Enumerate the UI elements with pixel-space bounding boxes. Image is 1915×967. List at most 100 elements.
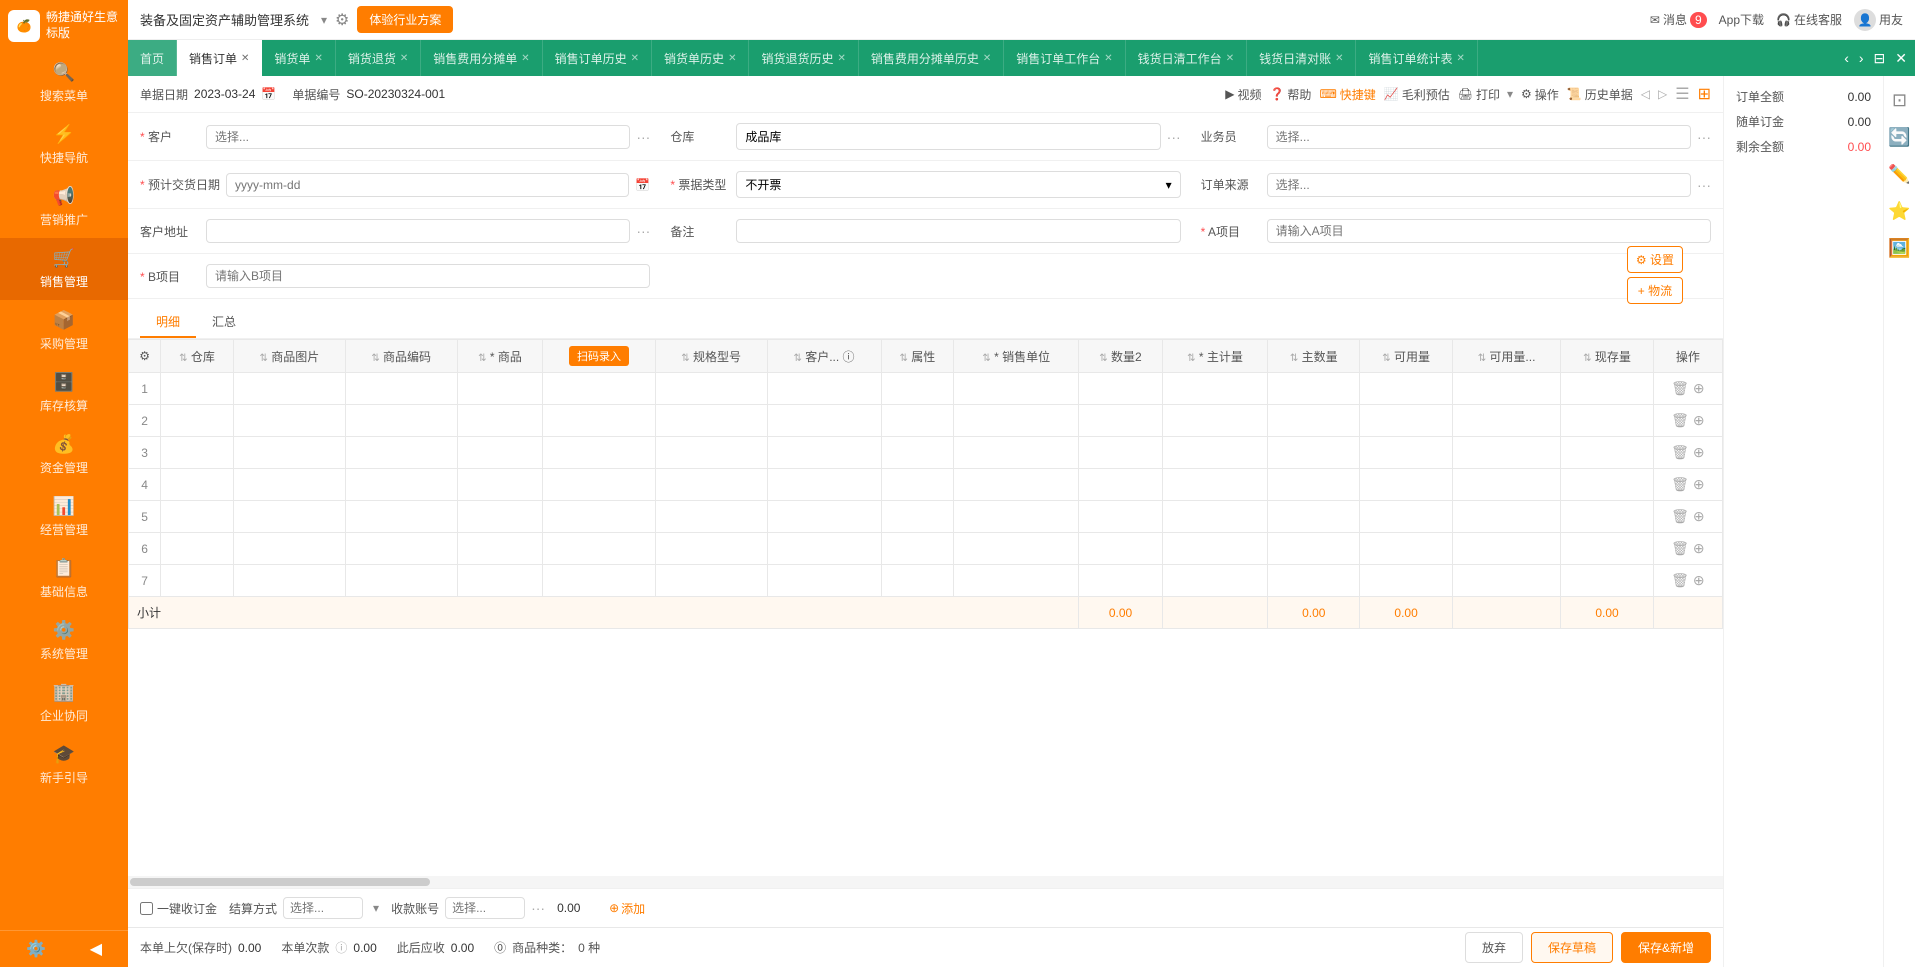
row-copy-btn[interactable]: ⊕: [1693, 444, 1705, 461]
tab-sales-invoice[interactable]: 销货单 ✕: [262, 40, 335, 76]
row-copy-btn[interactable]: ⊕: [1693, 412, 1705, 429]
a-project-input[interactable]: [1267, 219, 1711, 243]
operations-btn[interactable]: ⚙ 操作: [1521, 86, 1559, 103]
row-delete-btn[interactable]: 🗑: [1671, 572, 1689, 589]
close-tab-sales-expense[interactable]: ✕: [521, 53, 529, 64]
online-service-btn[interactable]: 🎧 在线客服: [1776, 11, 1842, 28]
tab-cash-workbench[interactable]: 钱货日清工作台 ✕: [1126, 40, 1247, 76]
horizontal-scrollbar[interactable]: [128, 876, 1723, 888]
scrollbar-thumb[interactable]: [130, 878, 430, 886]
notes-input[interactable]: [736, 219, 1180, 243]
close-tab-expense-history[interactable]: ✕: [983, 53, 991, 64]
calendar-icon[interactable]: 📅: [261, 87, 276, 101]
solution-btn[interactable]: 体验行业方案: [357, 6, 453, 33]
user-avatar[interactable]: 👤 用友: [1854, 9, 1903, 31]
salesperson-input[interactable]: [1267, 125, 1691, 149]
tab-menu-btn[interactable]: ⊟: [1870, 50, 1890, 67]
payment-method-input[interactable]: [283, 897, 363, 919]
close-tab-so-workbench[interactable]: ✕: [1104, 53, 1112, 64]
customer-input[interactable]: [206, 125, 630, 149]
settings-icon[interactable]: ⚙: [335, 10, 349, 30]
sidebar-item-finance[interactable]: 💰 资金管理: [0, 424, 128, 486]
close-tab-cash-workbench[interactable]: ✕: [1226, 53, 1234, 64]
message-btn[interactable]: ✉ 消息 9: [1650, 11, 1707, 28]
bank-account-input[interactable]: [445, 897, 525, 919]
sidebar-item-quick-nav[interactable]: ⚡ 快捷导航: [0, 114, 128, 176]
close-tab-so-stats[interactable]: ✕: [1457, 53, 1465, 64]
row-delete-btn[interactable]: 🗑: [1671, 444, 1689, 461]
salesperson-more-btn[interactable]: ···: [1697, 129, 1711, 145]
row-copy-btn[interactable]: ⊕: [1693, 540, 1705, 557]
one-click-checkbox-label[interactable]: 一键收订金: [140, 900, 217, 917]
profit-btn[interactable]: 📈 毛利预估: [1384, 86, 1450, 103]
tab-sales-expense[interactable]: 销售费用分摊单 ✕: [421, 40, 542, 76]
sidebar-item-base-info[interactable]: 📋 基础信息: [0, 548, 128, 610]
col-attribute[interactable]: ⇅ 属性: [881, 340, 954, 373]
tab-sales-order[interactable]: 销售订单 ✕: [177, 40, 262, 76]
col-spec[interactable]: ⇅ 规格型号: [655, 340, 767, 373]
right-icon-0[interactable]: ⊡: [1892, 84, 1907, 117]
close-tab-sales-order[interactable]: ✕: [241, 53, 249, 64]
tab-sales-return[interactable]: 销货退货 ✕: [336, 40, 421, 76]
delivery-date-input[interactable]: [226, 173, 629, 197]
tab-close-all-btn[interactable]: ✕: [1891, 50, 1911, 67]
b-project-input[interactable]: [206, 264, 650, 288]
tab-so-workbench[interactable]: 销售订单工作台 ✕: [1004, 40, 1125, 76]
sidebar-item-sales[interactable]: 🛒 销售管理: [0, 238, 128, 300]
add-btn[interactable]: ⊕ 添加: [609, 900, 645, 917]
close-tab-sales-return[interactable]: ✕: [400, 53, 408, 64]
col-product-image[interactable]: ⇅ 商品图片: [233, 340, 345, 373]
one-click-checkbox[interactable]: [140, 902, 153, 915]
col-settings[interactable]: ⚙: [129, 340, 161, 373]
right-icon-1[interactable]: 🔄: [1888, 121, 1910, 154]
right-icon-4[interactable]: 🖼️: [1888, 232, 1910, 265]
row-delete-btn[interactable]: 🗑: [1671, 540, 1689, 557]
app-download-btn[interactable]: App下载: [1719, 11, 1764, 28]
col-available[interactable]: ⇅ 可用量: [1360, 340, 1452, 373]
tab-sales-order-history[interactable]: 销售订单历史 ✕: [543, 40, 652, 76]
sidebar-item-guide[interactable]: 🎓 新手引导: [0, 734, 128, 796]
row-delete-btn[interactable]: 🗑: [1671, 380, 1689, 397]
sidebar-item-search[interactable]: 🔍 搜索菜单: [0, 52, 128, 114]
close-tab-cash-reconcile[interactable]: ✕: [1335, 53, 1343, 64]
tab-prev-btn[interactable]: ‹: [1840, 50, 1853, 67]
this-down-help-icon[interactable]: ⓘ: [335, 939, 347, 956]
tab-cash-reconcile[interactable]: 钱货日清对账 ✕: [1247, 40, 1356, 76]
row-copy-btn[interactable]: ⊕: [1693, 572, 1705, 589]
save-draft-btn[interactable]: 保存草稿: [1531, 932, 1613, 963]
row-delete-btn[interactable]: 🗑: [1671, 476, 1689, 493]
col-warehouse[interactable]: ⇅ 仓库: [161, 340, 234, 373]
scan-entry-btn[interactable]: 扫码录入: [569, 346, 629, 366]
shortcut-btn[interactable]: ⌨ 快捷键: [1319, 86, 1375, 103]
save-new-btn[interactable]: 保存&新增: [1621, 932, 1711, 963]
print-btn[interactable]: 🖨 打印 ▾: [1458, 86, 1513, 103]
col-customer-code[interactable]: ⇅ 客户... ⓘ: [767, 340, 881, 373]
collapse-btn[interactable]: ◀: [90, 939, 102, 959]
col-product[interactable]: ⇅ * 商品: [457, 340, 543, 373]
detail-tab-huizong[interactable]: 汇总: [196, 307, 252, 338]
row-copy-btn[interactable]: ⊕: [1693, 476, 1705, 493]
address-input[interactable]: [206, 219, 630, 243]
col-current-stock[interactable]: ⇅ 现存量: [1561, 340, 1653, 373]
col-qty2[interactable]: ⇅ 数量2: [1079, 340, 1163, 373]
order-source-input[interactable]: [1267, 173, 1691, 197]
bank-account-more-btn[interactable]: ···: [531, 900, 545, 916]
row-copy-btn[interactable]: ⊕: [1693, 508, 1705, 525]
sidebar-item-operations[interactable]: 📊 经营管理: [0, 486, 128, 548]
row-delete-btn[interactable]: 🗑: [1671, 412, 1689, 429]
invoice-type-select[interactable]: 不开票 ▾: [736, 171, 1180, 198]
sidebar-item-purchase[interactable]: 📦 采购管理: [0, 300, 128, 362]
col-product-code[interactable]: ⇅ 商品编码: [345, 340, 457, 373]
row-copy-btn[interactable]: ⊕: [1693, 380, 1705, 397]
detail-tab-mingxi[interactable]: 明细: [140, 307, 196, 338]
discard-btn[interactable]: 放弃: [1465, 932, 1523, 963]
close-tab-so-history[interactable]: ✕: [631, 53, 639, 64]
pager-next-btn[interactable]: ▷: [1658, 87, 1667, 101]
warehouse-select[interactable]: 成品库: [736, 123, 1160, 150]
col-main-qty[interactable]: ⇅ 主数量: [1268, 340, 1360, 373]
col-main-unit[interactable]: ⇅ * 主计量: [1162, 340, 1267, 373]
grid-view-btn[interactable]: ⊞: [1698, 84, 1711, 104]
history-btn[interactable]: 📜 历史单据: [1567, 86, 1633, 103]
system-title-arrow[interactable]: ▾: [321, 13, 327, 27]
customer-more-btn[interactable]: ···: [636, 129, 650, 145]
